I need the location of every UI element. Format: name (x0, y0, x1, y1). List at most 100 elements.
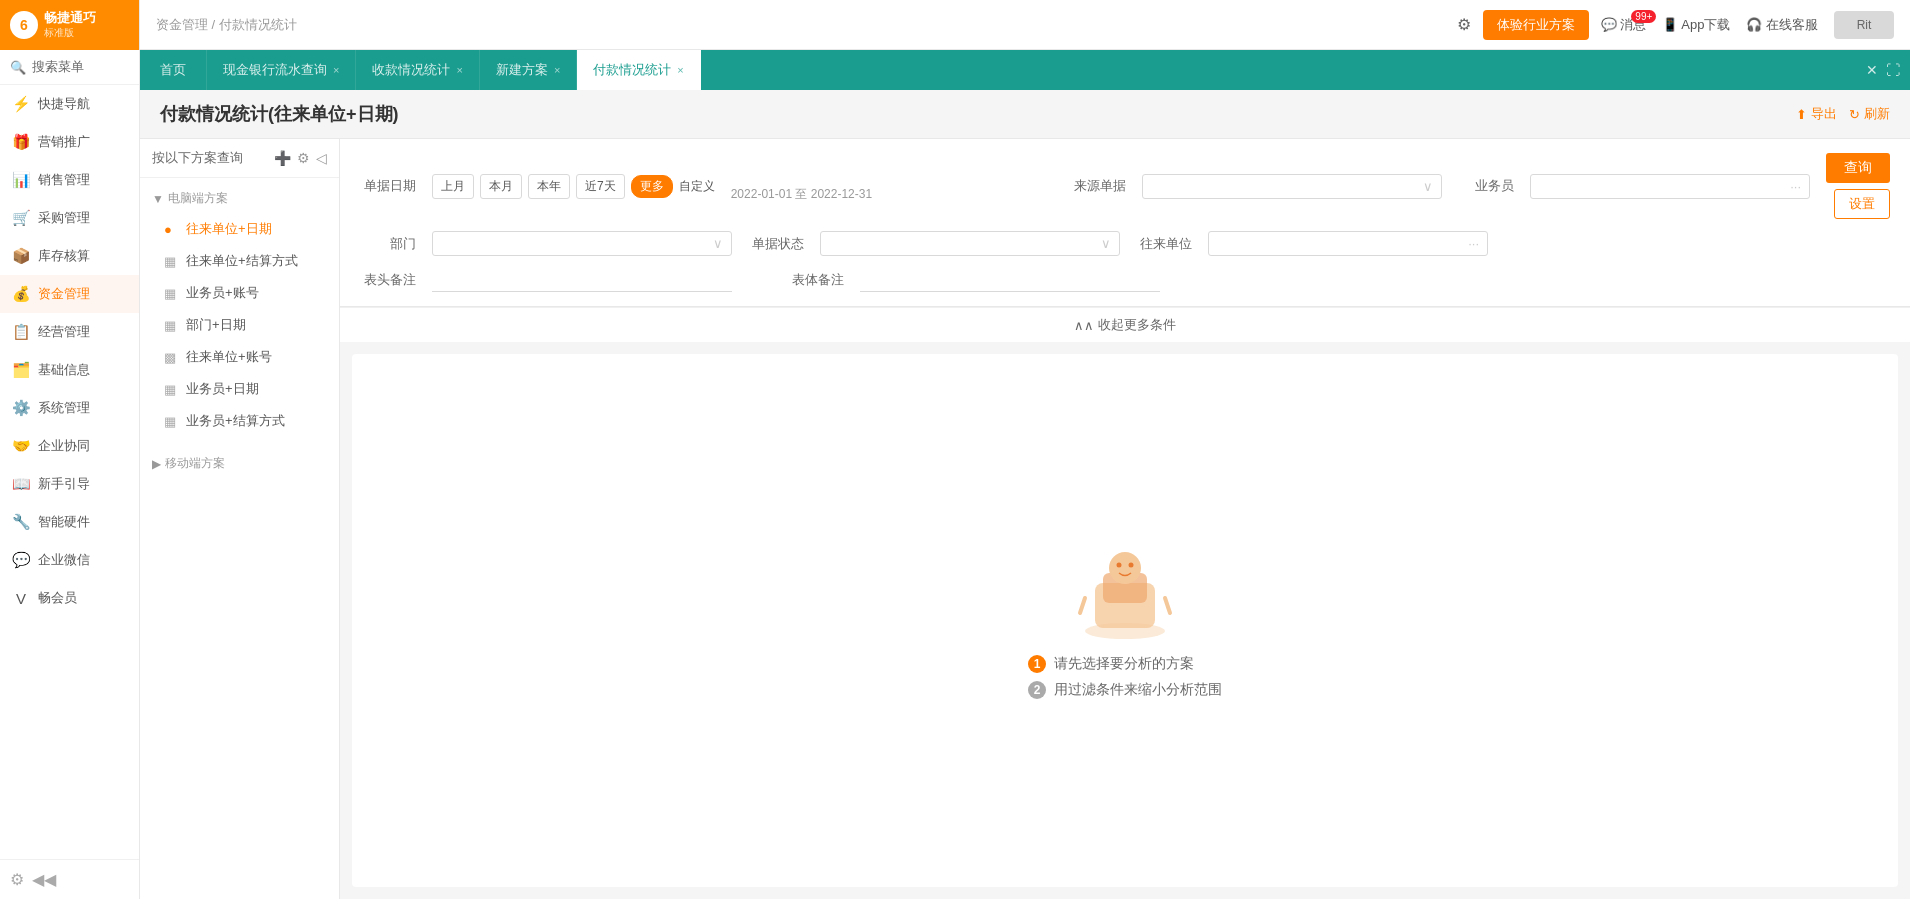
footer-settings-icon[interactable]: ⚙ (10, 870, 24, 889)
page-title: 付款情况统计(往来单位+日期) (160, 102, 399, 126)
collapse-chevron-icon: ∧∧ (1074, 318, 1094, 333)
this-year-btn[interactable]: 本年 (528, 174, 570, 199)
nav-label-enterprise: 企业协同 (38, 437, 90, 455)
scheme-group-mobile: ▶ 移动端方案 (140, 443, 339, 484)
page-header-actions: ⬆ 导出 ↻ 刷新 (1796, 105, 1890, 123)
scheme-icon-unit-account: ▩ (164, 350, 180, 365)
scheme-item-dept-date[interactable]: ▦ 部门+日期 (140, 309, 339, 341)
voucher-date-label: 单据日期 (360, 177, 416, 195)
sidebar-item-system[interactable]: ⚙️ 系统管理 (0, 389, 139, 427)
more-date-btn[interactable]: 更多 (631, 175, 673, 198)
footer-collapse-icon[interactable]: ◀◀ (32, 870, 56, 889)
scheme-item-salesman-date[interactable]: ▦ 业务员+日期 (140, 373, 339, 405)
sidebar-item-member[interactable]: V 畅会员 (0, 579, 139, 617)
refresh-icon: ↻ (1849, 107, 1860, 122)
custom-date-label[interactable]: 自定义 (679, 178, 715, 195)
scheme-group-title-desktop[interactable]: ▼ 电脑端方案 (140, 184, 339, 213)
sidebar-item-quick-nav[interactable]: ⚡ 快捷导航 (0, 85, 139, 123)
export-button[interactable]: ⬆ 导出 (1796, 105, 1837, 123)
tab-new-scheme[interactable]: 新建方案× (480, 50, 577, 90)
tab-label-payment-stats: 付款情况统计 (593, 61, 671, 79)
tab-home[interactable]: 首页 (140, 50, 207, 90)
group-arrow-mobile: ▶ (152, 457, 161, 471)
nav-label-hardware: 智能硬件 (38, 513, 90, 531)
panel-collapse-icon[interactable]: ◁ (316, 150, 327, 166)
counterpart-select[interactable]: ··· (1208, 231, 1488, 256)
tab-close-bank-flow[interactable]: × (333, 64, 339, 76)
scheme-item-unit-date[interactable]: ● 往来单位+日期 (140, 213, 339, 245)
nav-list: ⚡ 快捷导航🎁 营销推广📊 销售管理🛒 采购管理📦 库存核算💰 资金管理📋 经营… (0, 85, 139, 859)
add-scheme-icon[interactable]: ➕ (274, 150, 291, 166)
topbar-right: 💬 消息 99+ 📱 App下载 🎧 在线客服 Rit (1601, 11, 1894, 39)
voucher-status-select[interactable]: ∨ (820, 231, 1120, 256)
tab-bank-flow[interactable]: 现金银行流水查询× (207, 50, 356, 90)
sidebar-item-enterprise[interactable]: 🤝 企业协同 (0, 427, 139, 465)
this-month-btn[interactable]: 本月 (480, 174, 522, 199)
scheme-item-unit-payment[interactable]: ▦ 往来单位+结算方式 (140, 245, 339, 277)
nav-icon-sales: 📊 (12, 171, 30, 189)
table-header-note-input[interactable] (432, 268, 732, 292)
sidebar-item-purchase[interactable]: 🛒 采购管理 (0, 199, 139, 237)
scheme-item-salesman-payment[interactable]: ▦ 业务员+结算方式 (140, 405, 339, 437)
filter-row-2: 部门 ∨ 单据状态 ∨ 往来单位 ··· (360, 231, 1890, 256)
sidebar-item-wechat[interactable]: 💬 企业微信 (0, 541, 139, 579)
tip-text-2: 用过滤条件来缩小分析范围 (1054, 681, 1222, 699)
topbar-settings-icon[interactable]: ⚙ (1457, 15, 1471, 34)
collapse-more-btn[interactable]: ∧∧ 收起更多条件 (340, 307, 1910, 342)
maximize-icon[interactable]: ⛶ (1886, 62, 1900, 78)
main-area: 资金管理 / 付款情况统计 ⚙ 体验行业方案 💬 消息 99+ 📱 App下载 … (140, 0, 1910, 899)
voucher-status-chevron: ∨ (1101, 236, 1111, 251)
scheme-item-unit-account[interactable]: ▩ 往来单位+账号 (140, 341, 339, 373)
last-7-days-btn[interactable]: 近7天 (576, 174, 625, 199)
scheme-label-unit-account: 往来单位+账号 (186, 348, 272, 366)
scheme-group-title-mobile[interactable]: ▶ 移动端方案 (140, 449, 339, 478)
tab-close-receipt-stats[interactable]: × (456, 64, 462, 76)
message-button[interactable]: 💬 消息 99+ (1601, 16, 1647, 34)
tabbar-spacer (701, 50, 1856, 90)
user-avatar[interactable]: Rit (1834, 11, 1894, 39)
dept-select[interactable]: ∨ (432, 231, 732, 256)
sidebar-item-inventory[interactable]: 📦 库存核算 (0, 237, 139, 275)
source-voucher-select[interactable]: ∨ (1142, 174, 1442, 199)
counterpart-label: 往来单位 (1136, 235, 1192, 253)
scheme-panel: 按以下方案查询 ➕ ⚙ ◁ ▼ 电脑端方案● 往来单位+日期▦ 往来单位+结算方… (140, 139, 340, 899)
export-icon: ⬆ (1796, 107, 1807, 122)
source-voucher-label: 来源单据 (1070, 177, 1126, 195)
filter-settings-button[interactable]: 设置 (1834, 189, 1890, 219)
last-month-btn[interactable]: 上月 (432, 174, 474, 199)
close-window-icon[interactable]: ✕ (1866, 62, 1878, 78)
table-body-note-input[interactable] (860, 268, 1160, 292)
sidebar-item-operation[interactable]: 📋 经营管理 (0, 313, 139, 351)
scheme-icon-dept-date: ▦ (164, 318, 180, 333)
trial-button[interactable]: 体验行业方案 (1483, 10, 1589, 40)
salesman-select[interactable]: ··· (1530, 174, 1810, 199)
search-menu[interactable]: 🔍 搜索菜单 (0, 50, 139, 85)
scheme-label-unit-payment: 往来单位+结算方式 (186, 252, 298, 270)
scheme-settings-icon[interactable]: ⚙ (297, 150, 310, 166)
query-button[interactable]: 查询 (1826, 153, 1890, 183)
refresh-button[interactable]: ↻ 刷新 (1849, 105, 1890, 123)
online-service-btn[interactable]: 🎧 在线客服 (1746, 16, 1818, 34)
group-label-mobile: 移动端方案 (165, 455, 225, 472)
sidebar-item-capital[interactable]: 💰 资金管理 (0, 275, 139, 313)
scheme-label-dept-date: 部门+日期 (186, 316, 246, 334)
nav-label-basic-info: 基础信息 (38, 361, 90, 379)
sidebar-item-marketing[interactable]: 🎁 营销推广 (0, 123, 139, 161)
tab-payment-stats[interactable]: 付款情况统计 × (577, 50, 700, 90)
empty-state: 1 请先选择要分析的方案 2 用过滤条件来缩小分析范围 (352, 354, 1898, 887)
tab-close-payment-stats[interactable]: × (677, 64, 683, 76)
scheme-item-salesman-account[interactable]: ▦ 业务员+账号 (140, 277, 339, 309)
nav-icon-marketing: 🎁 (12, 133, 30, 151)
sidebar-item-sales[interactable]: 📊 销售管理 (0, 161, 139, 199)
tab-receipt-stats[interactable]: 收款情况统计× (356, 50, 479, 90)
tab-close-new-scheme[interactable]: × (554, 64, 560, 76)
app-download-btn[interactable]: 📱 App下载 (1662, 16, 1730, 34)
scheme-label-salesman-payment: 业务员+结算方式 (186, 412, 285, 430)
breadcrumb-text: 资金管理 / 付款情况统计 (156, 16, 297, 34)
sidebar-item-basic-info[interactable]: 🗂️ 基础信息 (0, 351, 139, 389)
search-label: 搜索菜单 (32, 58, 84, 76)
nav-label-capital: 资金管理 (38, 285, 90, 303)
sidebar-item-guide[interactable]: 📖 新手引导 (0, 465, 139, 503)
sidebar-item-hardware[interactable]: 🔧 智能硬件 (0, 503, 139, 541)
collapse-label: 收起更多条件 (1098, 316, 1176, 334)
